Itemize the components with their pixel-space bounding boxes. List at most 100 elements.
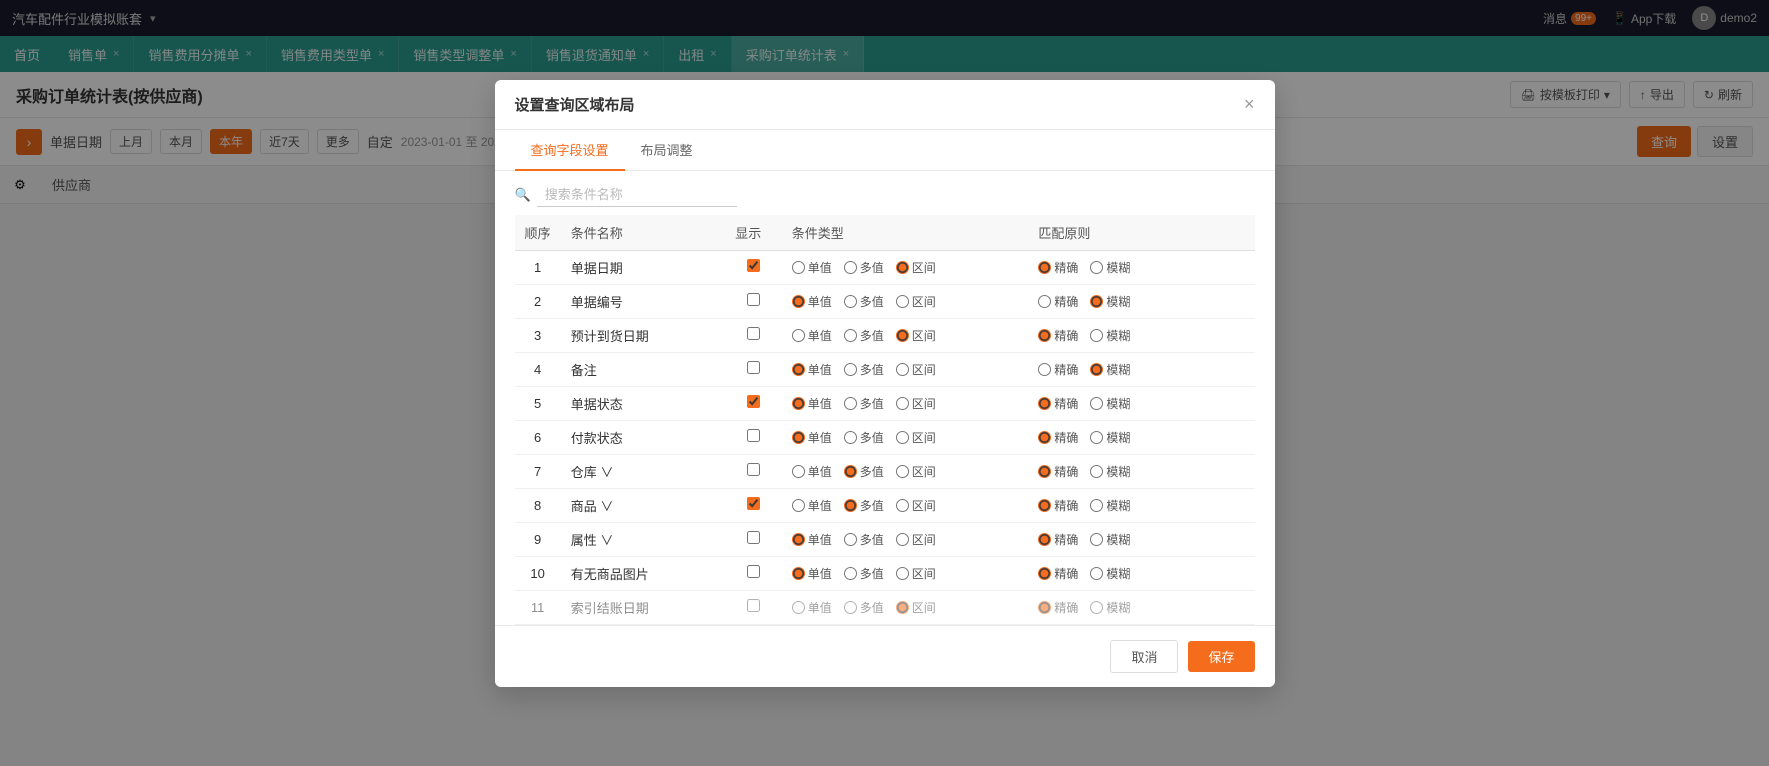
cancel-button[interactable]: 取消 bbox=[1110, 640, 1178, 673]
type-radio[interactable] bbox=[896, 465, 909, 478]
type-radio[interactable] bbox=[792, 261, 805, 274]
type-radio-label[interactable]: 区间 bbox=[896, 327, 936, 344]
type-radio[interactable] bbox=[896, 533, 909, 546]
row-show-checkbox[interactable] bbox=[747, 361, 760, 374]
match-radio[interactable] bbox=[1090, 567, 1103, 580]
type-radio-label[interactable]: 单值 bbox=[792, 497, 832, 514]
tab-layout-adjust[interactable]: 布局调整 bbox=[625, 130, 709, 171]
match-radio[interactable] bbox=[1090, 397, 1103, 410]
row-show-checkbox[interactable] bbox=[747, 259, 760, 272]
match-radio-label[interactable]: 精确 bbox=[1038, 327, 1078, 344]
match-radio-label[interactable]: 精确 bbox=[1038, 259, 1078, 276]
type-radio[interactable] bbox=[844, 431, 857, 444]
row-show-checkbox[interactable] bbox=[747, 463, 760, 476]
match-radio[interactable] bbox=[1038, 465, 1051, 478]
match-radio[interactable] bbox=[1038, 261, 1051, 274]
type-radio[interactable] bbox=[792, 465, 805, 478]
match-radio-label[interactable]: 精确 bbox=[1038, 531, 1078, 548]
match-radio[interactable] bbox=[1090, 431, 1103, 444]
match-radio[interactable] bbox=[1038, 431, 1051, 444]
type-radio[interactable] bbox=[896, 261, 909, 274]
type-radio-label[interactable]: 区间 bbox=[896, 531, 936, 548]
type-radio-label[interactable]: 多值 bbox=[844, 293, 884, 310]
type-radio-label[interactable]: 多值 bbox=[844, 429, 884, 446]
save-button[interactable]: 保存 bbox=[1188, 641, 1254, 672]
type-radio-label[interactable]: 多值 bbox=[844, 395, 884, 412]
match-radio[interactable] bbox=[1090, 465, 1103, 478]
match-radio-label[interactable]: 模糊 bbox=[1090, 565, 1130, 582]
match-radio-label[interactable]: 精确 bbox=[1038, 361, 1078, 378]
row-show-checkbox[interactable] bbox=[747, 327, 760, 340]
match-radio-label[interactable]: 模糊 bbox=[1090, 327, 1130, 344]
match-radio-label[interactable]: 模糊 bbox=[1090, 361, 1130, 378]
type-radio[interactable] bbox=[844, 465, 857, 478]
type-radio-label[interactable]: 区间 bbox=[896, 361, 936, 378]
match-radio[interactable] bbox=[1090, 601, 1103, 614]
row-show-checkbox[interactable] bbox=[747, 395, 760, 408]
search-input[interactable] bbox=[537, 183, 737, 207]
type-radio[interactable] bbox=[792, 397, 805, 410]
match-radio[interactable] bbox=[1038, 567, 1051, 580]
match-radio-label[interactable]: 模糊 bbox=[1090, 395, 1130, 412]
type-radio[interactable] bbox=[844, 261, 857, 274]
match-radio-label[interactable]: 精确 bbox=[1038, 293, 1078, 310]
match-radio[interactable] bbox=[1090, 533, 1103, 546]
type-radio-label[interactable]: 单值 bbox=[792, 293, 832, 310]
type-radio[interactable] bbox=[896, 397, 909, 410]
type-radio[interactable] bbox=[844, 533, 857, 546]
type-radio[interactable] bbox=[792, 329, 805, 342]
type-radio-label[interactable]: 区间 bbox=[896, 463, 936, 480]
match-radio-label[interactable]: 模糊 bbox=[1090, 429, 1130, 446]
match-radio[interactable] bbox=[1038, 295, 1051, 308]
match-radio[interactable] bbox=[1038, 499, 1051, 512]
match-radio-label[interactable]: 精确 bbox=[1038, 497, 1078, 514]
match-radio-label[interactable]: 精确 bbox=[1038, 395, 1078, 412]
type-radio[interactable] bbox=[896, 567, 909, 580]
type-radio-label[interactable]: 单值 bbox=[792, 361, 832, 378]
type-radio[interactable] bbox=[792, 567, 805, 580]
type-radio[interactable] bbox=[844, 363, 857, 376]
type-radio-label[interactable]: 单值 bbox=[792, 463, 832, 480]
type-radio-label[interactable]: 多值 bbox=[844, 565, 884, 582]
match-radio[interactable] bbox=[1090, 363, 1103, 376]
match-radio[interactable] bbox=[1038, 533, 1051, 546]
type-radio-label[interactable]: 单值 bbox=[792, 565, 832, 582]
row-show-checkbox[interactable] bbox=[747, 565, 760, 578]
match-radio[interactable] bbox=[1090, 499, 1103, 512]
type-radio-label[interactable]: 区间 bbox=[896, 565, 936, 582]
match-radio-label[interactable]: 精确 bbox=[1038, 429, 1078, 446]
type-radio-label[interactable]: 单值 bbox=[792, 599, 832, 616]
match-radio[interactable] bbox=[1038, 397, 1051, 410]
match-radio[interactable] bbox=[1090, 295, 1103, 308]
match-radio-label[interactable]: 模糊 bbox=[1090, 293, 1130, 310]
type-radio-label[interactable]: 多值 bbox=[844, 463, 884, 480]
match-radio[interactable] bbox=[1090, 261, 1103, 274]
type-radio-label[interactable]: 区间 bbox=[896, 599, 936, 616]
row-show-checkbox[interactable] bbox=[747, 429, 760, 442]
type-radio[interactable] bbox=[792, 499, 805, 512]
type-radio[interactable] bbox=[896, 295, 909, 308]
type-radio-label[interactable]: 单值 bbox=[792, 531, 832, 548]
match-radio[interactable] bbox=[1038, 329, 1051, 342]
type-radio-label[interactable]: 区间 bbox=[896, 259, 936, 276]
type-radio-label[interactable]: 单值 bbox=[792, 429, 832, 446]
type-radio[interactable] bbox=[844, 329, 857, 342]
tab-query-fields[interactable]: 查询字段设置 bbox=[515, 130, 625, 171]
match-radio-label[interactable]: 模糊 bbox=[1090, 259, 1130, 276]
type-radio[interactable] bbox=[792, 363, 805, 376]
modal-close-button[interactable]: × bbox=[1244, 95, 1255, 113]
type-radio[interactable] bbox=[792, 601, 805, 614]
type-radio-label[interactable]: 单值 bbox=[792, 327, 832, 344]
type-radio-label[interactable]: 多值 bbox=[844, 361, 884, 378]
type-radio[interactable] bbox=[792, 431, 805, 444]
row-show-checkbox[interactable] bbox=[747, 531, 760, 544]
match-radio-label[interactable]: 精确 bbox=[1038, 565, 1078, 582]
type-radio-label[interactable]: 区间 bbox=[896, 429, 936, 446]
type-radio[interactable] bbox=[844, 499, 857, 512]
type-radio[interactable] bbox=[844, 601, 857, 614]
type-radio-label[interactable]: 多值 bbox=[844, 531, 884, 548]
match-radio[interactable] bbox=[1038, 601, 1051, 614]
type-radio-label[interactable]: 多值 bbox=[844, 327, 884, 344]
type-radio[interactable] bbox=[896, 499, 909, 512]
type-radio-label[interactable]: 单值 bbox=[792, 259, 832, 276]
